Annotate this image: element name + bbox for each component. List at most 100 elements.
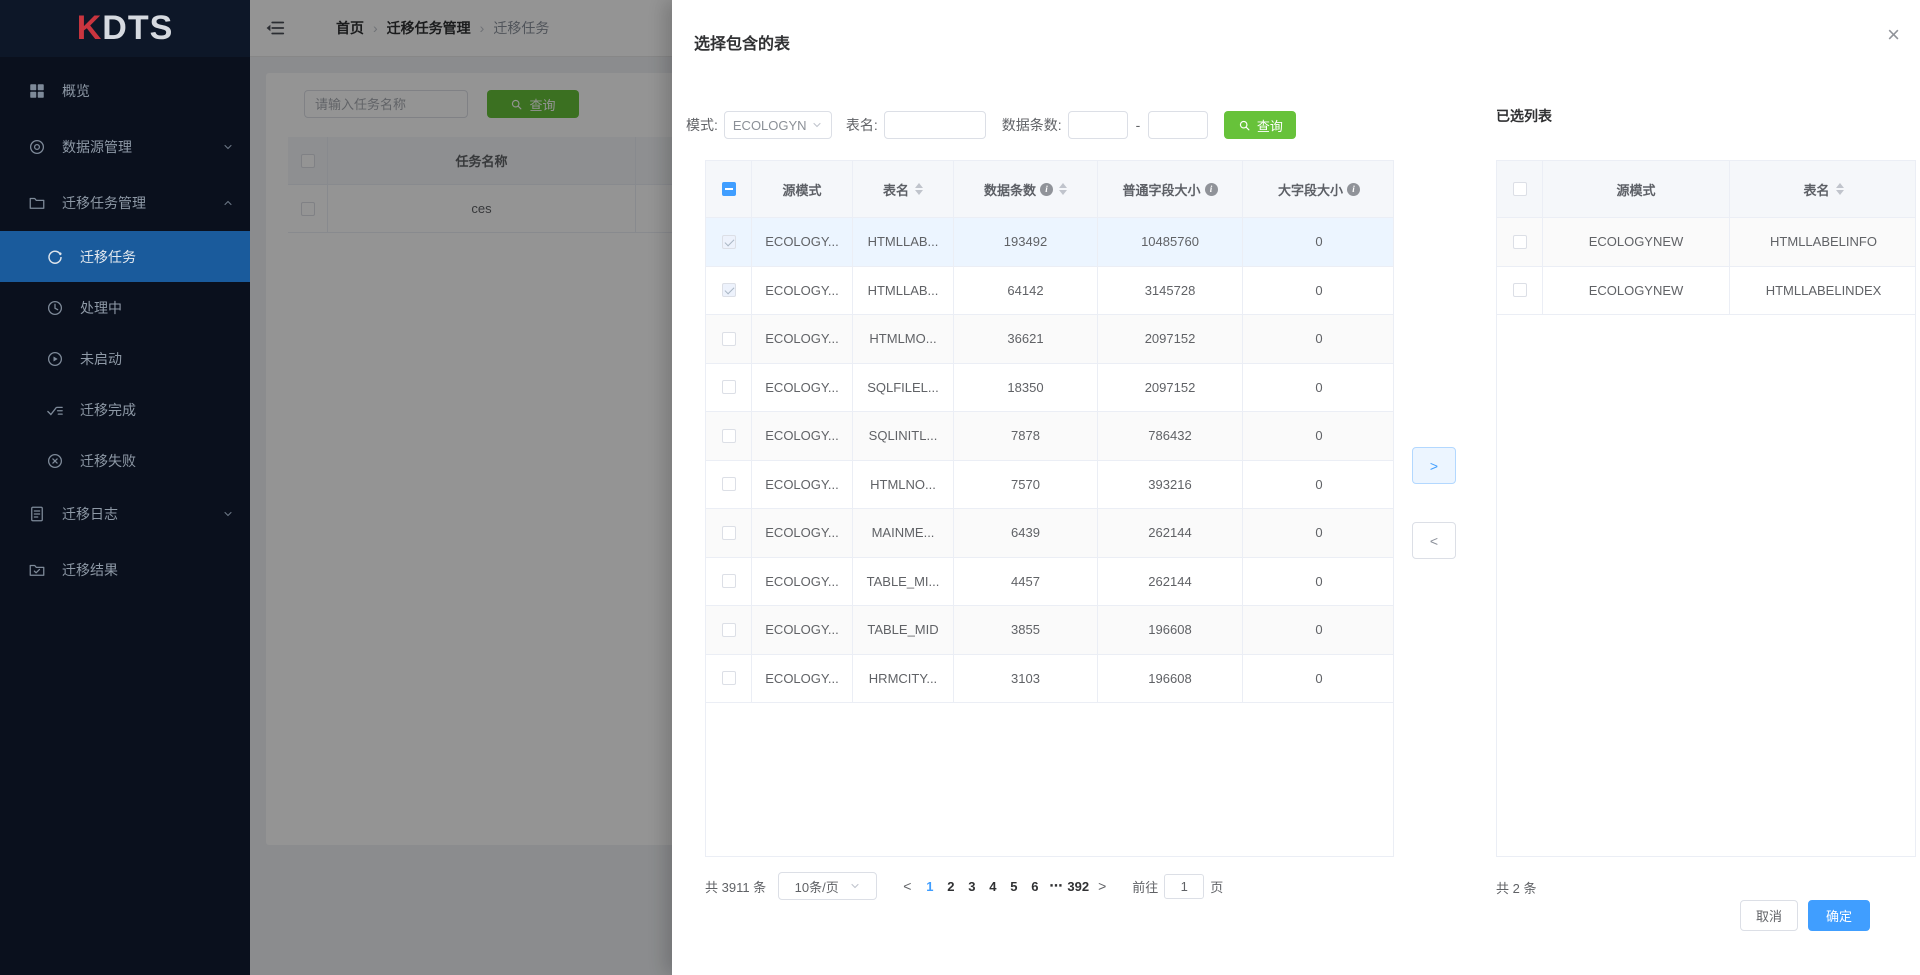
row-checkbox[interactable] [721,477,736,492]
column-row-count[interactable]: 数据条数 i [954,161,1098,217]
sort-caret-icon[interactable] [1059,183,1067,195]
page-6[interactable]: 6 [1024,879,1045,894]
sidebar-item-label: 处理中 [80,299,122,316]
table-row[interactable]: ECOLOGY... HTMLNO... 7570 393216 0 [706,460,1393,509]
clock-icon [46,299,64,317]
move-right-button[interactable]: > [1412,447,1456,484]
count-min-input[interactable] [1067,111,1128,139]
sort-caret-icon[interactable] [1835,183,1844,195]
selected-list-title: 已选列表 [1496,108,1552,124]
logo-dts: DTS [102,9,174,47]
more-pages[interactable]: ⋯ [1045,878,1066,894]
row-checkbox[interactable] [721,525,736,540]
row-checkbox[interactable] [721,428,736,443]
available-tables: 源模式 表名 数据条数 i 普通字段大小 i 大字段大小 i ECOLOGY... H… [705,160,1394,857]
row-checkbox[interactable] [1512,283,1527,298]
column-large-field-size: 大字段大小 i [1243,161,1395,217]
prev-page-button[interactable]: < [895,878,919,894]
selected-total-count: 共 2 条 [1496,881,1537,896]
page-size-select[interactable]: 10条/页 [778,872,878,900]
search-icon [1238,119,1251,132]
folder-check-icon [28,561,46,579]
sidebar-item-overview[interactable]: 概览 [0,63,250,119]
document-icon [28,505,46,523]
sidebar-item-migration-task-mgmt[interactable]: 迁移任务管理 [0,175,250,231]
schema-select[interactable]: ECOLOGYN [723,111,832,139]
row-checkbox[interactable] [721,622,736,637]
error-circle-icon [46,452,64,470]
chevron-down-icon [849,880,861,892]
sidebar-item-migration-task[interactable]: 迁移任务 [0,231,250,282]
row-checkbox[interactable] [721,671,736,686]
column-table-name[interactable]: 表名 [853,161,954,217]
page-392[interactable]: 392 [1066,879,1090,894]
row-count-label: 数据条数: [1001,117,1062,133]
cancel-button[interactable]: 取消 [1740,900,1798,931]
table-name-input[interactable] [883,111,986,139]
column-table-name[interactable]: 表名 [1730,161,1917,217]
app-logo: K DTS [0,0,250,57]
select-all-checkbox[interactable] [721,182,736,196]
sidebar-item-migration-failed[interactable]: 迁移失败 [0,435,250,486]
table-row[interactable]: ECOLOGY... SQLFILEL... 18350 2097152 0 [706,363,1393,412]
logo-k: K [76,9,103,47]
goto-page: 前往 页 [1132,873,1223,899]
close-icon[interactable]: × [1887,24,1900,46]
page-2[interactable]: 2 [940,879,961,894]
table-row[interactable]: ECOLOGY... SQLINITL... 7878 786432 0 [706,412,1393,461]
column-normal-field-size: 普通字段大小 i [1098,161,1243,217]
table-name-label: 表名: [845,117,878,133]
grid-icon [28,82,46,100]
table-row[interactable]: ECOLOGY... TABLE_MI... 4457 262144 0 [706,557,1393,606]
sidebar-item-migration-result[interactable]: 迁移结果 [0,542,250,598]
move-left-button[interactable]: < [1412,522,1456,559]
page-1[interactable]: 1 [919,879,940,894]
sidebar-item-label: 迁移日志 [62,506,118,522]
sidebar-item-label: 迁移完成 [80,401,136,418]
row-checkbox[interactable] [721,234,736,249]
row-checkbox[interactable] [721,331,736,346]
filter-bar: 模式: ECOLOGYN 表名: 数据条数: - 查询 [686,111,1297,139]
sidebar-item-label: 迁移失败 [80,452,136,469]
play-circle-icon [46,350,64,368]
chevron-up-icon [222,197,234,209]
dialog-title: 选择包含的表 [694,36,791,53]
row-checkbox[interactable] [721,574,736,589]
chevron-down-icon [222,141,234,153]
table-row[interactable]: ECOLOGY... HTMLLAB... 193492 10485760 0 [706,218,1393,267]
page-4[interactable]: 4 [982,879,1003,894]
row-checkbox[interactable] [1512,234,1527,249]
table-row[interactable]: ECOLOGY... TABLE_MID 3855 196608 0 [706,606,1393,655]
goto-page-input[interactable] [1164,873,1205,899]
sidebar-item-label: 迁移结果 [62,562,118,578]
sidebar-item-migration-log[interactable]: 迁移日志 [0,486,250,542]
table-row[interactable]: ECOLOGY... HRMCITY... 3103 196608 0 [706,654,1393,703]
available-tables-header: 源模式 表名 数据条数 i 普通字段大小 i 大字段大小 i [706,161,1393,218]
table-row[interactable]: ECOLOGY... HTMLMO... 36621 2097152 0 [706,315,1393,364]
modal-search-button[interactable]: 查询 [1224,111,1297,139]
sidebar: K DTS 概览 数据源管理 迁移任务管理 迁移任务 处理中 未启动 迁移完成 迁… [0,0,250,975]
table-row[interactable]: ECOLOGYNEW HTMLLABELINDEX [1497,266,1915,315]
row-checkbox[interactable] [721,283,736,298]
sidebar-item-datasource[interactable]: 数据源管理 [0,119,250,175]
table-row[interactable]: ECOLOGY... MAINME... 6439 262144 0 [706,509,1393,558]
sidebar-item-processing[interactable]: 处理中 [0,282,250,333]
page-5[interactable]: 5 [1003,879,1024,894]
page-3[interactable]: 3 [961,879,982,894]
folder-icon [28,194,46,212]
select-all-checkbox[interactable] [1512,182,1527,196]
table-row[interactable]: ECOLOGY... HTMLLAB... 64142 3145728 0 [706,266,1393,315]
sidebar-item-migration-done[interactable]: 迁移完成 [0,384,250,435]
next-page-button[interactable]: > [1090,878,1114,894]
range-separator: - [1135,117,1141,133]
count-max-input[interactable] [1148,111,1209,139]
selected-tables-header: 源模式 表名 [1497,161,1915,218]
sidebar-item-not-started[interactable]: 未启动 [0,333,250,384]
confirm-button[interactable]: 确定 [1808,900,1870,931]
row-checkbox[interactable] [721,380,736,395]
table-row[interactable]: ECOLOGYNEW HTMLLABELINFO [1497,218,1915,267]
info-icon: i [1347,182,1360,196]
select-tables-dialog: 选择包含的表 × 模式: ECOLOGYN 表名: 数据条数: - 查询 源模式… [672,0,1920,975]
sort-caret-icon[interactable] [915,183,923,195]
selected-tables: 源模式 表名 ECOLOGYNEW HTMLLABELINFO ECOLOGYN… [1496,160,1916,857]
